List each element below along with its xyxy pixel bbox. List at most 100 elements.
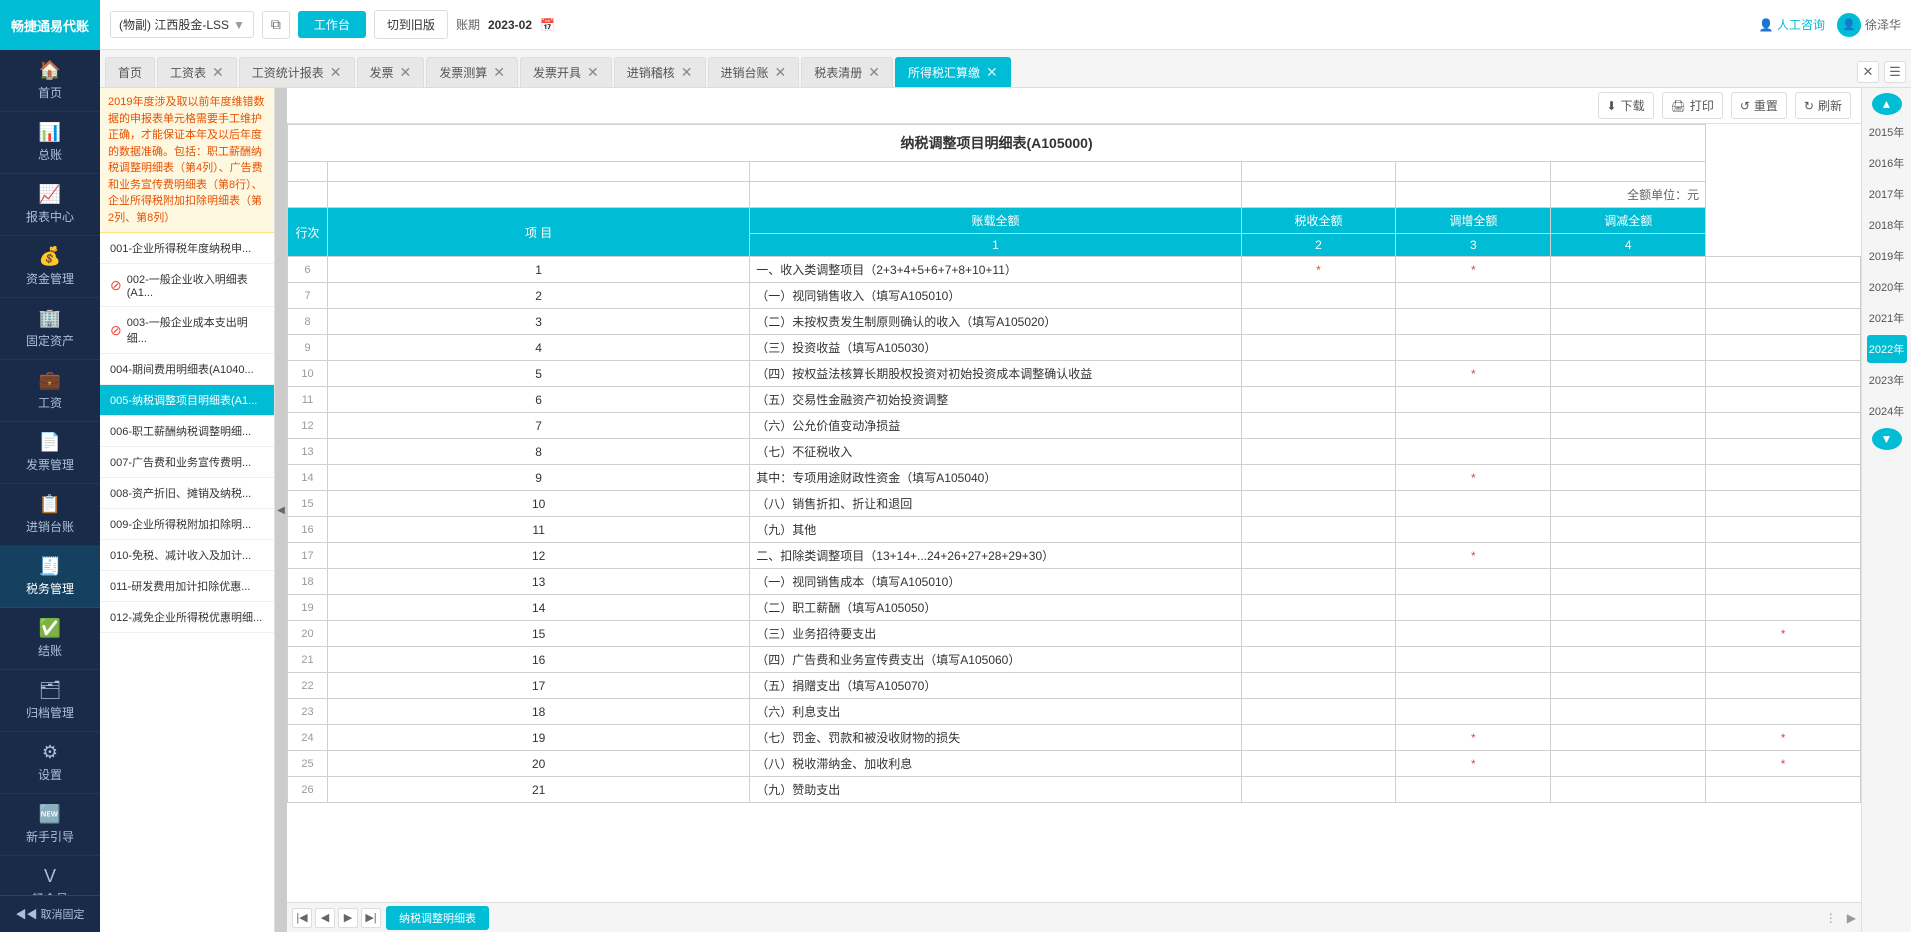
tab-close-icon[interactable]: ✕ bbox=[400, 64, 412, 81]
cell-1[interactable] bbox=[1396, 283, 1551, 309]
tab-close-icon[interactable]: ✕ bbox=[681, 64, 693, 81]
switch-old-button[interactable]: 切到旧版 bbox=[374, 10, 448, 39]
sidebar-item-guide[interactable]: 🆕新手引导 bbox=[0, 794, 100, 856]
cell-1[interactable] bbox=[1396, 387, 1551, 413]
tab-payroll-stat[interactable]: 工资统计报表✕ bbox=[239, 57, 355, 87]
cell-2[interactable] bbox=[1551, 439, 1706, 465]
cell-1[interactable] bbox=[1396, 517, 1551, 543]
cell-3[interactable] bbox=[1706, 777, 1861, 803]
cell-2[interactable] bbox=[1551, 725, 1706, 751]
left-item-007[interactable]: 007-广告费和业务宣传费明... bbox=[100, 447, 274, 478]
cell-2[interactable] bbox=[1551, 413, 1706, 439]
cell-2[interactable] bbox=[1551, 335, 1706, 361]
cell-0[interactable] bbox=[1241, 699, 1396, 725]
close-all-tabs-btn[interactable]: ✕ bbox=[1857, 61, 1879, 83]
left-item-004[interactable]: 004-期间费用明细表(A1040... bbox=[100, 354, 274, 385]
tab-income-tax-calc[interactable]: 所得税汇算缴✕ bbox=[895, 57, 1011, 87]
cell-0[interactable] bbox=[1241, 543, 1396, 569]
cell-3[interactable] bbox=[1706, 309, 1861, 335]
cell-2[interactable] bbox=[1551, 621, 1706, 647]
cell-2[interactable] bbox=[1551, 595, 1706, 621]
cell-2[interactable] bbox=[1551, 491, 1706, 517]
cell-1[interactable] bbox=[1396, 335, 1551, 361]
cell-1[interactable] bbox=[1396, 413, 1551, 439]
cell-3[interactable] bbox=[1706, 491, 1861, 517]
tab-close-icon[interactable]: ✕ bbox=[868, 64, 880, 81]
left-item-001[interactable]: 001-企业所得税年度纳税申... bbox=[100, 233, 274, 264]
cell-3[interactable] bbox=[1706, 361, 1861, 387]
cell-0[interactable] bbox=[1241, 725, 1396, 751]
cell-0[interactable] bbox=[1241, 673, 1396, 699]
cell-0[interactable] bbox=[1241, 309, 1396, 335]
cell-0[interactable] bbox=[1241, 335, 1396, 361]
left-item-011[interactable]: 011-研发费用加计扣除优惠... bbox=[100, 571, 274, 602]
cell-0[interactable] bbox=[1241, 569, 1396, 595]
cell-2[interactable] bbox=[1551, 673, 1706, 699]
cell-1[interactable] bbox=[1396, 595, 1551, 621]
cell-1[interactable]: * bbox=[1396, 725, 1551, 751]
year-btn-2017年[interactable]: 2017年 bbox=[1867, 180, 1907, 208]
cell-3[interactable] bbox=[1706, 465, 1861, 491]
year-up-btn[interactable]: ▲ bbox=[1872, 93, 1902, 115]
cell-2[interactable] bbox=[1551, 309, 1706, 335]
cell-0[interactable] bbox=[1241, 621, 1396, 647]
cell-1[interactable]: * bbox=[1396, 543, 1551, 569]
cell-3[interactable]: * bbox=[1706, 751, 1861, 777]
tab-close-icon[interactable]: ✕ bbox=[986, 64, 998, 81]
cell-3[interactable] bbox=[1706, 543, 1861, 569]
tab-close-icon[interactable]: ✕ bbox=[212, 64, 224, 81]
copy-icon[interactable]: ⧉ bbox=[262, 11, 290, 39]
cell-0[interactable] bbox=[1241, 361, 1396, 387]
cell-3[interactable] bbox=[1706, 413, 1861, 439]
cell-2[interactable] bbox=[1551, 751, 1706, 777]
year-btn-2016年[interactable]: 2016年 bbox=[1867, 149, 1907, 177]
cell-0[interactable] bbox=[1241, 517, 1396, 543]
cell-3[interactable] bbox=[1706, 517, 1861, 543]
sidebar-item-payroll[interactable]: 💼工资 bbox=[0, 360, 100, 422]
tab-close-icon[interactable]: ✕ bbox=[587, 64, 599, 81]
cell-1[interactable] bbox=[1396, 439, 1551, 465]
calendar-icon[interactable]: 📅 bbox=[540, 18, 555, 32]
cell-2[interactable] bbox=[1551, 569, 1706, 595]
cell-2[interactable] bbox=[1551, 465, 1706, 491]
cell-3[interactable]: * bbox=[1706, 725, 1861, 751]
cell-3[interactable] bbox=[1706, 283, 1861, 309]
cell-2[interactable] bbox=[1551, 699, 1706, 725]
table-wrapper[interactable]: 纳税调整项目明细表(A105000)全额单位：元行次项 目账载全额税收全额调增全… bbox=[287, 124, 1861, 902]
cell-0[interactable] bbox=[1241, 491, 1396, 517]
left-item-009[interactable]: 009-企业所得税附加扣除明... bbox=[100, 509, 274, 540]
left-item-006[interactable]: 006-职工薪酬纳税调整明细... bbox=[100, 416, 274, 447]
cell-3[interactable] bbox=[1706, 335, 1861, 361]
bottom-tab-tax-adj[interactable]: 纳税调整明细表 bbox=[386, 906, 489, 930]
nav-last-btn[interactable]: ▶| bbox=[361, 908, 381, 928]
cell-1[interactable] bbox=[1396, 491, 1551, 517]
cell-3[interactable] bbox=[1706, 673, 1861, 699]
sidebar-item-checkout[interactable]: ✅结账 bbox=[0, 608, 100, 670]
cell-3[interactable] bbox=[1706, 595, 1861, 621]
cell-1[interactable]: * bbox=[1396, 257, 1551, 283]
year-btn-2018年[interactable]: 2018年 bbox=[1867, 211, 1907, 239]
cell-3[interactable] bbox=[1706, 439, 1861, 465]
left-item-010[interactable]: 010-免税、减计收入及加计... bbox=[100, 540, 274, 571]
nav-prev-btn[interactable]: ◀ bbox=[315, 908, 335, 928]
cell-1[interactable] bbox=[1396, 569, 1551, 595]
cell-3[interactable]: * bbox=[1706, 621, 1861, 647]
cell-0[interactable] bbox=[1241, 751, 1396, 777]
scroll-right-icon[interactable]: ▶ bbox=[1847, 911, 1856, 925]
sidebar-item-general-ledger[interactable]: 📊总账 bbox=[0, 112, 100, 174]
cell-0[interactable] bbox=[1241, 283, 1396, 309]
tab-home[interactable]: 首页 bbox=[105, 57, 155, 87]
tab-close-icon[interactable]: ✕ bbox=[775, 64, 787, 81]
tab-close-icon[interactable]: ✕ bbox=[493, 64, 505, 81]
cell-1[interactable] bbox=[1396, 777, 1551, 803]
left-item-008[interactable]: 008-资产折旧、摊销及纳税... bbox=[100, 478, 274, 509]
nav-next-btn[interactable]: ▶ bbox=[338, 908, 358, 928]
cell-1[interactable]: * bbox=[1396, 751, 1551, 777]
tab-payroll[interactable]: 工资表✕ bbox=[157, 57, 237, 87]
tab-tax-clear[interactable]: 税表清册✕ bbox=[801, 57, 893, 87]
sidebar-item-report[interactable]: 📈报表中心 bbox=[0, 174, 100, 236]
sidebar-item-settings[interactable]: ⚙设置 bbox=[0, 732, 100, 794]
company-selector[interactable]: (物副) 江西股金-LSS ▼ bbox=[110, 11, 254, 38]
cell-1[interactable]: * bbox=[1396, 361, 1551, 387]
nav-first-btn[interactable]: |◀ bbox=[292, 908, 312, 928]
